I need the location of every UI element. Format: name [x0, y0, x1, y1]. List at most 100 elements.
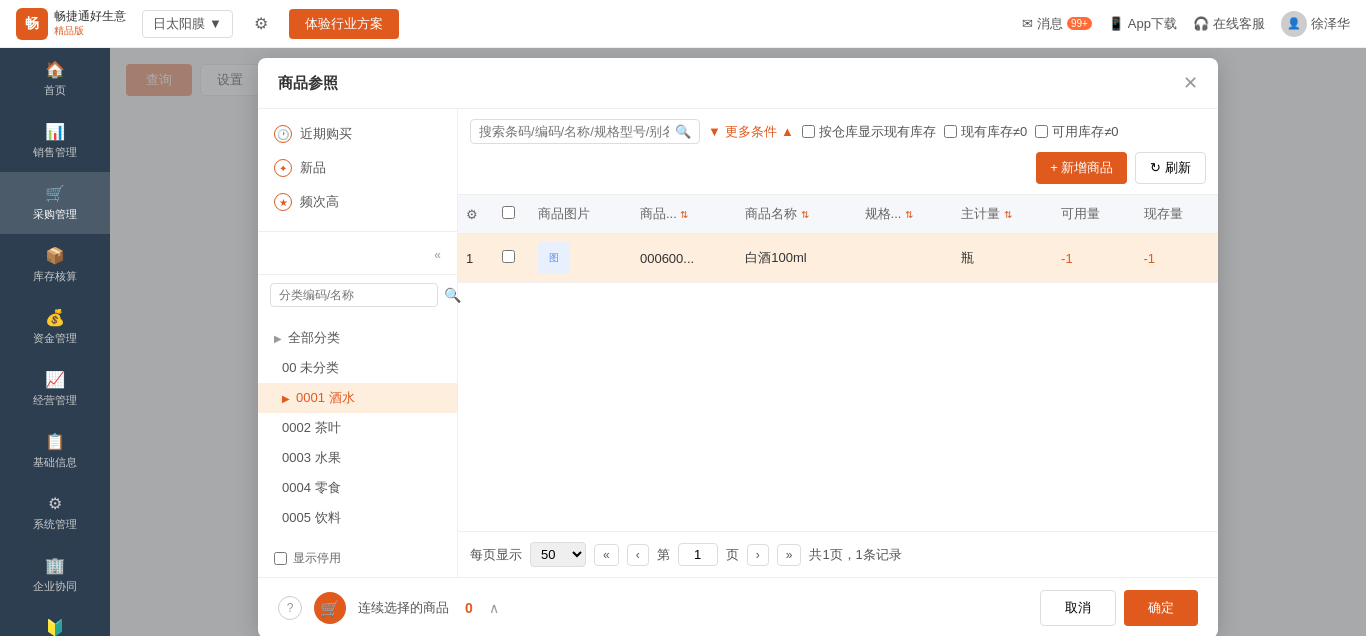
col-spec[interactable]: 规格... ⇅: [857, 195, 954, 234]
category-item-0001[interactable]: ▶0001 酒水: [258, 383, 457, 413]
recent-purchases-item[interactable]: 🕐 近期购买: [258, 117, 457, 151]
sidebar-icon-purchase: 🛒: [45, 184, 65, 203]
category-arrow-all: ▶: [274, 333, 282, 344]
sidebar-item-system[interactable]: ⚙系统管理: [0, 482, 110, 544]
prev-page-button[interactable]: ‹: [627, 544, 649, 566]
category-item-0002[interactable]: 0002 茶叶: [258, 413, 457, 443]
table-row[interactable]: 1 图 000600... 白酒100ml 瓶 -1 -1: [458, 234, 1218, 283]
show-disabled-checkbox[interactable]: [274, 552, 287, 565]
sidebar-item-purchase[interactable]: 🛒采购管理: [0, 172, 110, 234]
frequent-label: 频次高: [300, 193, 339, 211]
next-page-button[interactable]: ›: [747, 544, 769, 566]
user-item[interactable]: 👤 徐泽华: [1281, 11, 1350, 37]
sidebar-item-guide[interactable]: 🔰新手引导: [0, 606, 110, 636]
cart-count: 0: [465, 600, 473, 616]
nav-selector[interactable]: 日太阳膜 ▼: [142, 10, 233, 38]
help-icon[interactable]: ?: [278, 596, 302, 620]
nav-right: ✉ 消息 99+ 📱 App下载 🎧 在线客服 👤 徐泽华: [1022, 11, 1350, 37]
select-all-checkbox[interactable]: [502, 206, 515, 219]
left-nav-items: 🕐 近期购买 ✦ 新品 ★ 频次高: [258, 109, 457, 227]
support-item[interactable]: 🎧 在线客服: [1193, 15, 1265, 33]
row-checkbox-cell[interactable]: [494, 234, 530, 283]
category-item-0008[interactable]: 0008 水: [258, 533, 457, 540]
sidebar-items: 🏠首页📊销售管理🛒采购管理📦库存核算💰资金管理📈经营管理 📋 基础信息 ⚙系统管理 🏢 企…: [0, 48, 110, 636]
row-index: 1: [458, 234, 494, 283]
col-name[interactable]: 商品名称 ⇅: [737, 195, 856, 234]
page-label: 第: [657, 546, 670, 564]
category-search-area: 🔍: [258, 274, 457, 315]
top-nav: 畅 畅捷通好生意 精品版 日太阳膜 ▼ ⚙ 体验行业方案 ✉ 消息 99+ 📱 …: [0, 0, 1366, 48]
sidebar-label-sales: 销售管理: [33, 145, 77, 160]
col-image: 商品图片: [530, 195, 632, 234]
left-panel: 🕐 近期购买 ✦ 新品 ★ 频次高: [258, 109, 458, 577]
sidebar-icon-basic: 📋: [45, 432, 65, 451]
col-code[interactable]: 商品... ⇅: [632, 195, 737, 234]
by-warehouse-checkbox[interactable]: [802, 125, 815, 138]
available-stock-checkbox[interactable]: [1035, 125, 1048, 138]
headset-icon: 🎧: [1193, 16, 1209, 31]
logo-area: 畅 畅捷通好生意 精品版: [16, 8, 126, 40]
app-download-item[interactable]: 📱 App下载: [1108, 15, 1177, 33]
add-product-button[interactable]: + 新增商品: [1036, 152, 1127, 184]
confirm-button[interactable]: 确定: [1124, 590, 1198, 626]
logo-badge: 精品版: [54, 24, 126, 38]
col-checkbox[interactable]: [494, 195, 530, 234]
row-checkbox[interactable]: [502, 250, 515, 263]
recent-icon: 🕐: [274, 125, 292, 143]
sidebar-item-enterprise[interactable]: 🏢 企业协同: [0, 544, 110, 606]
new-products-item[interactable]: ✦ 新品: [258, 151, 457, 185]
trial-button[interactable]: 体验行业方案: [289, 9, 399, 39]
col-settings[interactable]: ⚙: [458, 195, 494, 234]
frequent-item[interactable]: ★ 频次高: [258, 185, 457, 219]
pagination-area: 每页显示 2050100 « ‹ 第 页 › » 共1页，1条记录: [458, 531, 1218, 577]
cancel-button[interactable]: 取消: [1040, 590, 1116, 626]
cart-icon[interactable]: 🛒: [314, 592, 346, 624]
messages-item[interactable]: ✉ 消息 99+: [1022, 15, 1092, 33]
sidebar-label-basic: 基础信息: [33, 455, 77, 470]
category-item-all[interactable]: ▶全部分类: [258, 323, 457, 353]
sidebar-label-enterprise: 企业协同: [33, 579, 77, 594]
footer-collapse-icon[interactable]: ∧: [489, 600, 499, 616]
page-unit: 页: [726, 546, 739, 564]
sidebar-icon-enterprise: 🏢: [45, 556, 65, 575]
product-search-box: 🔍: [470, 119, 700, 144]
filter-button[interactable]: ▼ 更多条件 ▲: [708, 123, 794, 141]
refresh-button[interactable]: ↻ 刷新: [1135, 152, 1206, 184]
product-search-icon[interactable]: 🔍: [675, 124, 691, 139]
per-page-select[interactable]: 2050100: [530, 542, 586, 567]
category-item-0004[interactable]: 0004 零食: [258, 473, 457, 503]
sidebar-item-operations[interactable]: 📈经营管理: [0, 358, 110, 420]
sidebar-icon-guide: 🔰: [45, 618, 65, 636]
sidebar-item-inventory[interactable]: 📦库存核算: [0, 234, 110, 296]
sidebar-item-basic[interactable]: 📋 基础信息: [0, 420, 110, 482]
avatar: 👤: [1281, 11, 1307, 37]
show-disabled-area: 显示停用: [258, 540, 457, 577]
first-page-button[interactable]: «: [594, 544, 619, 566]
last-page-button[interactable]: »: [777, 544, 802, 566]
support-label: 在线客服: [1213, 15, 1265, 33]
category-search-input[interactable]: [270, 283, 438, 307]
category-item-00[interactable]: 00 未分类: [258, 353, 457, 383]
category-item-0005[interactable]: 0005 饮料: [258, 503, 457, 533]
sidebar-item-home[interactable]: 🏠首页: [0, 48, 110, 110]
logo-text: 畅捷通好生意: [54, 9, 126, 25]
category-item-0003[interactable]: 0003 水果: [258, 443, 457, 473]
has-stock-checkbox[interactable]: [944, 125, 957, 138]
sidebar-icon-inventory: 📦: [45, 246, 65, 265]
app-download-label: App下载: [1128, 15, 1177, 33]
modal-close-button[interactable]: ✕: [1183, 72, 1198, 94]
logo-icon: 畅: [16, 8, 48, 40]
col-unit[interactable]: 主计量 ⇅: [953, 195, 1053, 234]
sidebar-item-sales[interactable]: 📊销售管理: [0, 110, 110, 172]
message-badge: 99+: [1067, 17, 1092, 30]
recent-label: 近期购买: [300, 125, 352, 143]
row-available: -1: [1053, 234, 1135, 283]
product-search-input[interactable]: [479, 124, 669, 139]
page-input[interactable]: [678, 543, 718, 566]
sidebar-icon-finance: 💰: [45, 308, 65, 327]
collapse-button[interactable]: «: [426, 240, 449, 270]
nav-selector-arrow: ▼: [209, 16, 222, 31]
gear-button[interactable]: ⚙: [245, 8, 277, 40]
by-warehouse-checkbox-group: 按仓库显示现有库存: [802, 123, 936, 141]
sidebar-item-finance[interactable]: 💰资金管理: [0, 296, 110, 358]
